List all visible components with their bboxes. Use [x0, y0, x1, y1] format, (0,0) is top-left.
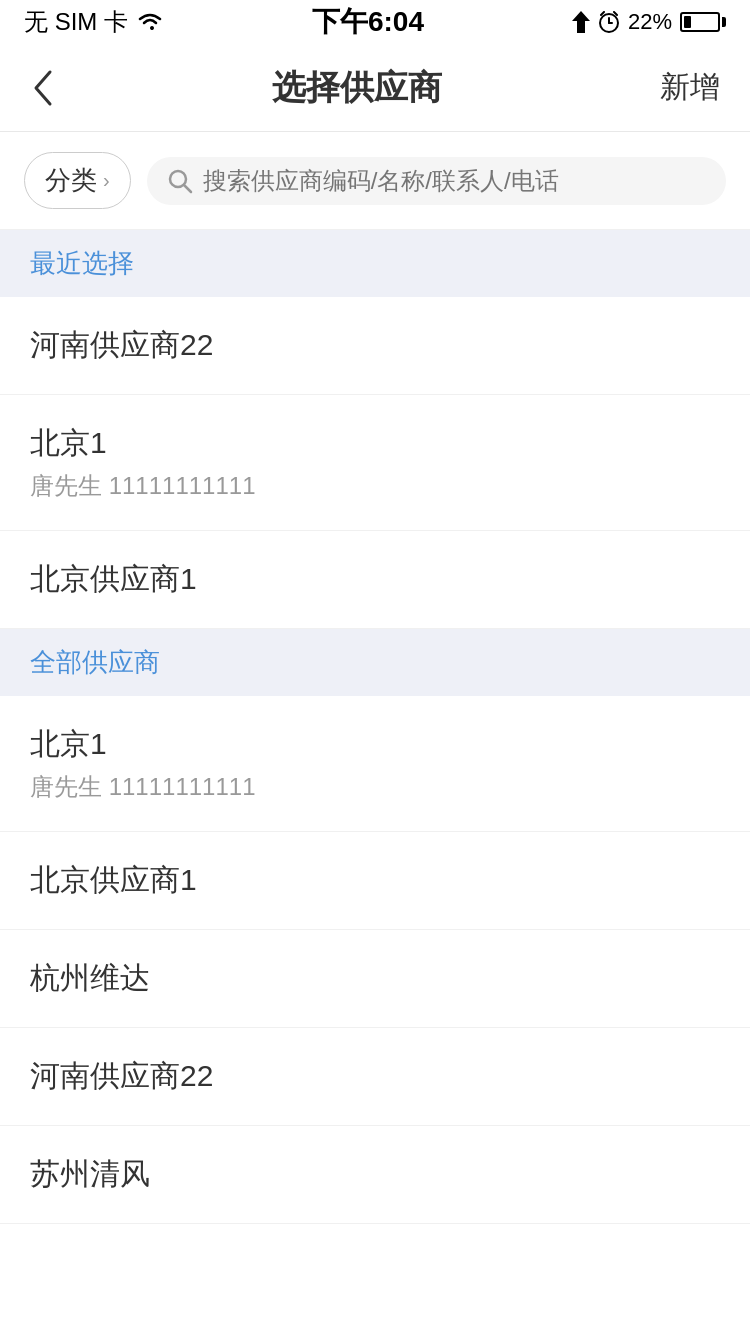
list-item[interactable]: 北京供应商1: [0, 531, 750, 629]
supplier-name: 北京1: [30, 724, 720, 765]
list-item[interactable]: 杭州维达: [0, 930, 750, 1028]
status-bar: 无 SIM 卡 下午6:04 22%: [0, 0, 750, 44]
category-filter-button[interactable]: 分类 ›: [24, 152, 131, 209]
list-item[interactable]: 北京1 唐先生 11111111111: [0, 696, 750, 832]
recent-section-label: 最近选择: [30, 248, 134, 278]
supplier-name: 北京供应商1: [30, 559, 720, 600]
list-item[interactable]: 北京1 唐先生 11111111111: [0, 395, 750, 531]
supplier-name: 河南供应商22: [30, 325, 720, 366]
search-input-container[interactable]: [147, 157, 726, 205]
supplier-name: 杭州维达: [30, 958, 720, 999]
list-item[interactable]: 河南供应商22: [0, 297, 750, 395]
supplier-name: 北京1: [30, 423, 720, 464]
search-area: 分类 ›: [0, 132, 750, 230]
list-item[interactable]: 北京供应商1: [0, 832, 750, 930]
search-input[interactable]: [203, 167, 706, 195]
page-title: 选择供应商: [272, 65, 442, 111]
all-section-label: 全部供应商: [30, 647, 160, 677]
list-item[interactable]: 河南供应商22: [0, 1028, 750, 1126]
list-item[interactable]: 苏州清风: [0, 1126, 750, 1224]
supplier-name: 北京供应商1: [30, 860, 720, 901]
nav-bar: 选择供应商 新增: [0, 44, 750, 132]
svg-line-4: [184, 185, 191, 192]
chevron-right-icon: ›: [103, 169, 110, 192]
all-items-list: 北京1 唐先生 11111111111 北京供应商1 杭州维达河南供应商22 苏州清风: [0, 696, 750, 1224]
back-button[interactable]: [30, 68, 54, 108]
status-left: 无 SIM 卡: [24, 6, 164, 38]
status-right: 22%: [572, 9, 726, 35]
no-sim-text: 无 SIM 卡: [24, 6, 128, 38]
status-time: 下午6:04: [312, 3, 424, 41]
supplier-contact: 唐先生 11111111111: [30, 771, 720, 803]
alarm-icon: [598, 11, 620, 33]
recent-items-list: 河南供应商22 北京1 唐先生 11111111111 北京供应商1: [0, 297, 750, 629]
battery-icon: [680, 12, 726, 32]
battery-percent: 22%: [628, 9, 672, 35]
supplier-name: 苏州清风: [30, 1154, 720, 1195]
all-section-header: 全部供应商: [0, 629, 750, 696]
category-label: 分类: [45, 163, 97, 198]
recent-section-header: 最近选择: [0, 230, 750, 297]
add-button[interactable]: 新增: [660, 67, 720, 108]
search-icon: [167, 168, 193, 194]
wifi-icon: [136, 12, 164, 32]
location-icon: [572, 11, 590, 33]
supplier-contact: 唐先生 11111111111: [30, 470, 720, 502]
supplier-name: 河南供应商22: [30, 1056, 720, 1097]
